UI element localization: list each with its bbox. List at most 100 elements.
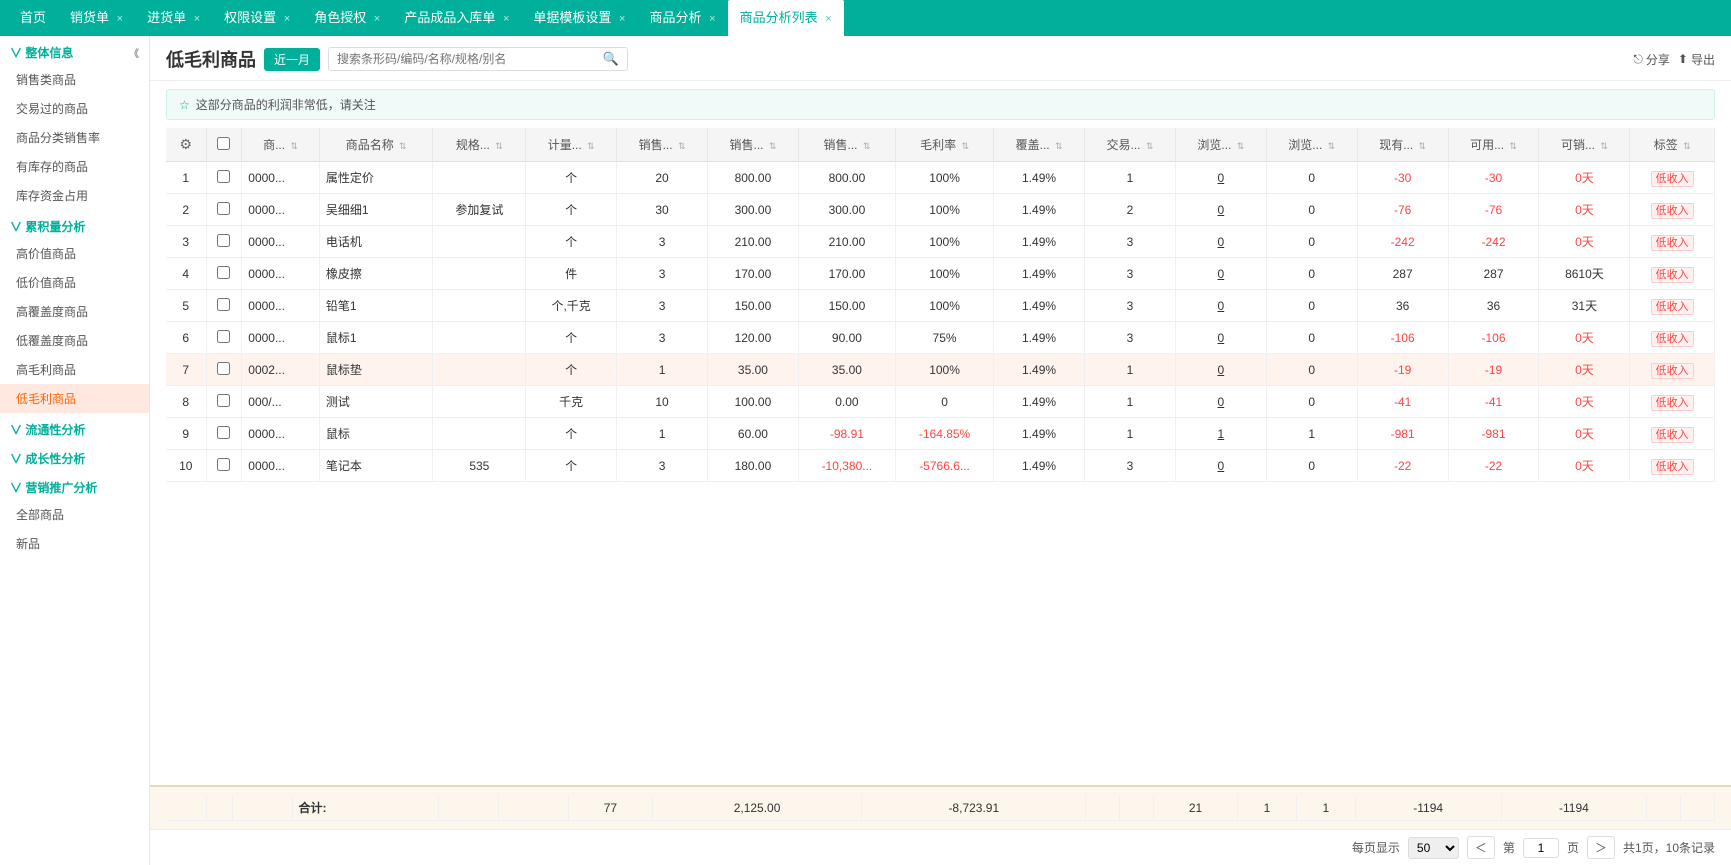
nav-item-product-entry[interactable]: 产品成品入库单 ×	[392, 0, 521, 36]
row-checkbox[interactable]	[206, 386, 242, 418]
col-tag[interactable]: 标签 ⇅	[1630, 128, 1715, 162]
col-name[interactable]: 商品名称 ⇅	[319, 128, 433, 162]
row-checkbox[interactable]	[206, 450, 242, 482]
row-name[interactable]: 吴细细1	[319, 194, 433, 226]
row-checkbox[interactable]	[206, 290, 242, 322]
sidebar-item-low-margin[interactable]: 低毛利商品	[0, 384, 149, 413]
col-view2[interactable]: 浏览... ⇅	[1266, 128, 1357, 162]
sidebar-item-high-value[interactable]: 高价值商品	[0, 239, 149, 268]
nav-item-sales[interactable]: 销货单 ×	[58, 0, 135, 36]
sidebar-item-sales-products[interactable]: 销售类商品	[0, 65, 149, 94]
row-name[interactable]: 电话机	[319, 226, 433, 258]
row-checkbox[interactable]	[206, 258, 242, 290]
close-permissions-icon[interactable]: ×	[284, 13, 290, 25]
row-available: -106	[1448, 322, 1539, 354]
date-filter-button[interactable]: 近一月	[264, 48, 320, 71]
close-product-entry-icon[interactable]: ×	[503, 13, 509, 25]
search-icon[interactable]: 🔍	[603, 51, 619, 67]
nav-item-home[interactable]: 首页	[8, 0, 58, 36]
per-page-select[interactable]: 50 100 200	[1408, 837, 1459, 859]
sidebar-group-marketing[interactable]: ∨ 营销推广分析	[0, 471, 149, 500]
close-roles-icon[interactable]: ×	[374, 13, 380, 25]
sidebar-item-high-margin[interactable]: 高毛利商品	[0, 355, 149, 384]
sidebar-group-overall[interactable]: ∨ 整体信息 《	[0, 36, 149, 65]
sidebar-item-high-coverage[interactable]: 高覆盖度商品	[0, 297, 149, 326]
sidebar-item-low-value[interactable]: 低价值商品	[0, 268, 149, 297]
row-name[interactable]: 橡皮擦	[319, 258, 433, 290]
table-row: 9 0000... 鼠标 个 1 60.00 -98.91 -164.85% 1…	[166, 418, 1715, 450]
close-template-icon[interactable]: ×	[619, 13, 625, 25]
close-analysis-list-icon[interactable]: ×	[825, 13, 831, 25]
row-view1[interactable]: 0	[1175, 194, 1266, 226]
col-gross-margin[interactable]: 毛利率 ⇅	[895, 128, 993, 162]
col-available[interactable]: 可用... ⇅	[1448, 128, 1539, 162]
row-checkbox[interactable]	[206, 226, 242, 258]
row-view1[interactable]: 0	[1175, 258, 1266, 290]
next-page-button[interactable]: ＞	[1587, 836, 1615, 859]
sidebar-item-all-products[interactable]: 全部商品	[0, 500, 149, 529]
col-sale-qty[interactable]: 销售... ⇅	[617, 128, 708, 162]
sidebar-group-circulation[interactable]: ∨ 流通性分析	[0, 413, 149, 442]
export-button[interactable]: ⬆ 导出	[1678, 51, 1715, 68]
row-name[interactable]: 鼠标垫	[319, 354, 433, 386]
nav-item-purchase[interactable]: 进货单 ×	[135, 0, 212, 36]
close-analysis-icon[interactable]: ×	[709, 13, 715, 25]
share-button[interactable]: ⎋ 分享	[1633, 51, 1670, 68]
page-number-input[interactable]	[1523, 838, 1559, 858]
col-checkbox[interactable]	[206, 128, 242, 162]
nav-item-roles[interactable]: 角色授权 ×	[302, 0, 392, 36]
row-name[interactable]: 测试	[319, 386, 433, 418]
row-name[interactable]: 鼠标	[319, 418, 433, 450]
col-coverage[interactable]: 覆盖... ⇅	[994, 128, 1085, 162]
nav-item-template[interactable]: 单据模板设置 ×	[521, 0, 637, 36]
row-view1[interactable]: 0	[1175, 290, 1266, 322]
sidebar-group-growth[interactable]: ∨ 成长性分析	[0, 442, 149, 471]
collapse-overall-icon[interactable]: 《	[129, 45, 139, 60]
col-sale-profit[interactable]: 销售... ⇅	[798, 128, 895, 162]
row-view1[interactable]: 0	[1175, 162, 1266, 194]
sidebar-item-low-coverage[interactable]: 低覆盖度商品	[0, 326, 149, 355]
sidebar-item-new-products[interactable]: 新品	[0, 529, 149, 558]
nav-item-analysis-list[interactable]: 商品分析列表 ×	[728, 0, 844, 36]
nav-item-permissions[interactable]: 权限设置 ×	[212, 0, 302, 36]
row-view1[interactable]: 0	[1175, 354, 1266, 386]
row-name[interactable]: 笔记本	[319, 450, 433, 482]
col-sale-amount[interactable]: 销售... ⇅	[707, 128, 798, 162]
col-unit[interactable]: 计量... ⇅	[526, 128, 617, 162]
col-current-stock[interactable]: 现有... ⇅	[1357, 128, 1448, 162]
row-view1[interactable]: 0	[1175, 386, 1266, 418]
sidebar-group-cumulative[interactable]: ∨ 累积量分析	[0, 210, 149, 239]
row-view1[interactable]: 1	[1175, 418, 1266, 450]
row-gross-margin: 0	[895, 386, 993, 418]
col-code[interactable]: 商... ⇅	[242, 128, 320, 162]
col-view1[interactable]: 浏览... ⇅	[1175, 128, 1266, 162]
row-view1[interactable]: 0	[1175, 450, 1266, 482]
sidebar-item-in-stock[interactable]: 有库存的商品	[0, 152, 149, 181]
search-input[interactable]	[337, 52, 603, 66]
prev-page-button[interactable]: ＜	[1467, 836, 1495, 859]
row-checkbox[interactable]	[206, 194, 242, 226]
row-checkbox[interactable]	[206, 322, 242, 354]
col-spec[interactable]: 规格... ⇅	[433, 128, 526, 162]
row-view1[interactable]: 0	[1175, 226, 1266, 258]
row-trade-count: 2	[1085, 194, 1176, 226]
row-checkbox[interactable]	[206, 162, 242, 194]
col-trade[interactable]: 交易... ⇅	[1085, 128, 1176, 162]
row-sale-qty: 1	[617, 418, 708, 450]
sidebar-item-category-rate[interactable]: 商品分类销售率	[0, 123, 149, 152]
row-name[interactable]: 属性定价	[319, 162, 433, 194]
nav-item-product-analysis[interactable]: 商品分析 ×	[637, 0, 727, 36]
sidebar-item-capital[interactable]: 库存资金占用	[0, 181, 149, 210]
row-checkbox[interactable]	[206, 354, 242, 386]
row-checkbox[interactable]	[206, 418, 242, 450]
col-settings[interactable]: ⚙	[166, 128, 206, 162]
select-all-checkbox[interactable]	[217, 137, 230, 150]
close-sales-icon[interactable]: ×	[117, 13, 123, 25]
close-purchase-icon[interactable]: ×	[194, 13, 200, 25]
row-name[interactable]: 鼠标1	[319, 322, 433, 354]
settings-icon[interactable]: ⚙	[179, 136, 192, 152]
row-name[interactable]: 铅笔1	[319, 290, 433, 322]
sidebar-item-traded-products[interactable]: 交易过的商品	[0, 94, 149, 123]
row-view1[interactable]: 0	[1175, 322, 1266, 354]
col-saleable[interactable]: 可销... ⇅	[1539, 128, 1630, 162]
